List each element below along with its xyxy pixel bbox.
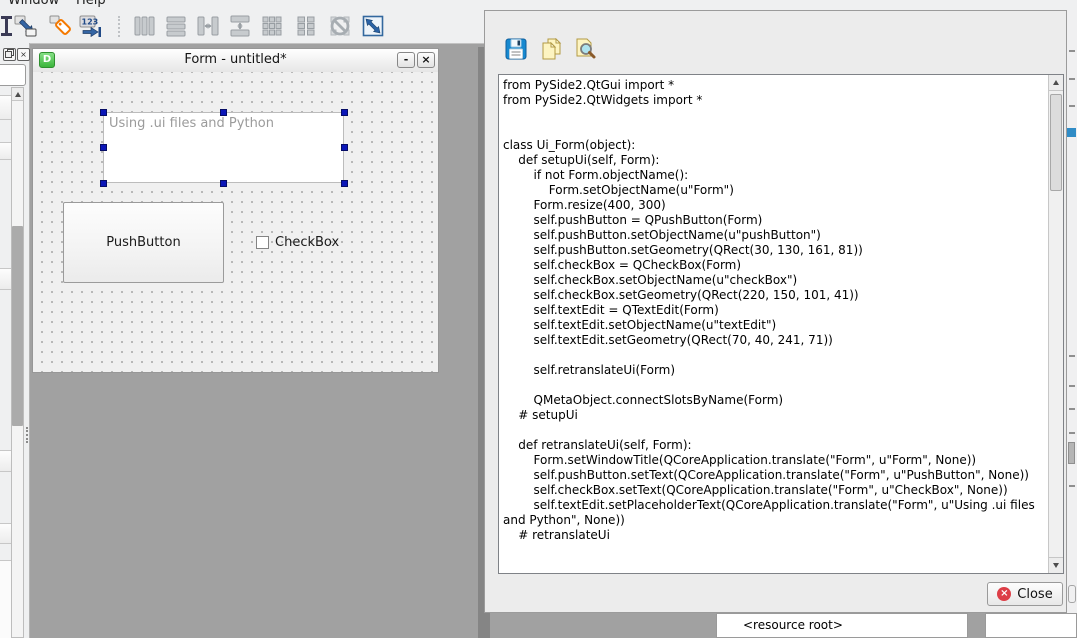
close-button[interactable]: × Close [987,582,1063,606]
form-minimize-button[interactable]: - [397,52,415,68]
scroll-down-icon[interactable] [1049,557,1063,573]
qt-designer-screen: Window Help [0,0,1077,638]
layout-horizontal-splitter-icon[interactable] [195,13,221,39]
layout-horizontally-icon[interactable] [131,13,157,39]
close-button-label: Close [1017,587,1052,602]
textedit-widget[interactable]: Using .ui files and Python [103,112,344,183]
scrollbar-thumb[interactable] [1050,94,1062,191]
textedit-placeholder: Using .ui files and Python [104,113,343,131]
scrollbar-thumb[interactable] [12,226,23,426]
panel-edge-mark [1069,408,1075,410]
scroll-up-icon[interactable] [1049,75,1063,91]
dock-close-icon[interactable]: × [17,48,30,61]
close-red-icon: × [997,587,1011,601]
resource-browser-tree: <resource root> [716,613,968,638]
layout-vertical-splitter-icon[interactable] [227,13,253,39]
panel-selection-mark [1067,128,1076,137]
widget-box-dock: × [0,43,30,638]
menu-bar: Window Help [0,0,1077,10]
form-editor-window: D Form - untitled* - × Using .ui files a… [32,48,439,373]
pushbutton-widget[interactable]: PushButton [63,202,224,283]
selection-handle-w[interactable] [100,144,107,151]
panel-scrollbar-thumb [1068,442,1075,464]
selection-handle-s[interactable] [220,180,227,187]
selection-handle-ne[interactable] [341,109,348,116]
break-layout-icon[interactable] [327,13,353,39]
generated-python-code[interactable]: from PySide2.QtGui import * from PySide2… [499,75,1048,573]
layout-vertically-icon[interactable] [163,13,189,39]
widget-box-search-input[interactable] [0,64,26,86]
tab-order-123-label: 123 [82,18,99,27]
code-view: from PySide2.QtGui import * from PySide2… [498,74,1064,574]
save-icon[interactable] [505,38,529,60]
panel-edge-mark [1069,78,1075,80]
dock-splitter-handle[interactable] [26,427,28,443]
dock-float-icon[interactable] [3,48,16,61]
layout-form-icon[interactable] [293,13,319,39]
form-window-titlebar[interactable]: D Form - untitled* - × [33,49,438,73]
main-toolbar: 123 [0,10,484,44]
menu-window[interactable]: Window [8,0,59,8]
form-close-button[interactable]: × [417,52,435,68]
panel-edge-mark [1069,105,1075,107]
selection-handle-se[interactable] [341,180,348,187]
toolbar-separator [118,16,120,37]
scroll-up-icon[interactable] [12,88,23,101]
checkbox-label: CheckBox [275,235,339,250]
edit-buddies-icon[interactable] [48,13,74,39]
selection-handle-n[interactable] [220,109,227,116]
code-preview-dialog: from PySide2.QtGui import * from PySide2… [484,10,1067,613]
widget-box-scrollbar[interactable] [11,87,24,638]
find-icon[interactable] [573,38,597,60]
form-canvas[interactable]: Using .ui files and Python PushButton Ch… [33,72,438,372]
layout-grid-icon[interactable] [259,13,285,39]
checkbox-widget[interactable]: CheckBox [253,222,354,263]
edit-signals-slots-icon[interactable] [13,13,39,39]
code-scrollbar[interactable] [1048,75,1063,573]
resource-root-item[interactable]: <resource root> [717,614,967,637]
adjust-size-icon[interactable] [360,13,386,39]
panel-edge-mark [1069,50,1075,52]
copy-icon[interactable] [540,38,564,60]
background-panel-strip [1067,10,1077,613]
resource-browser-view [985,613,1077,638]
edit-tab-order-icon[interactable]: 123 [77,13,103,39]
selection-handle-nw[interactable] [100,109,107,116]
checkbox-indicator[interactable] [256,236,269,249]
panel-edge-mark [1069,385,1075,387]
panel-edge-mark [1069,485,1075,487]
selection-handle-sw[interactable] [100,180,107,187]
menu-help[interactable]: Help [76,0,106,8]
pushbutton-label: PushButton [106,235,180,250]
panel-edge-mark [1069,355,1075,357]
panel-edge-mark [1069,432,1075,434]
selection-handle-e[interactable] [341,144,348,151]
panel-corner [1068,585,1076,603]
form-window-title: Form - untitled* [33,52,438,67]
